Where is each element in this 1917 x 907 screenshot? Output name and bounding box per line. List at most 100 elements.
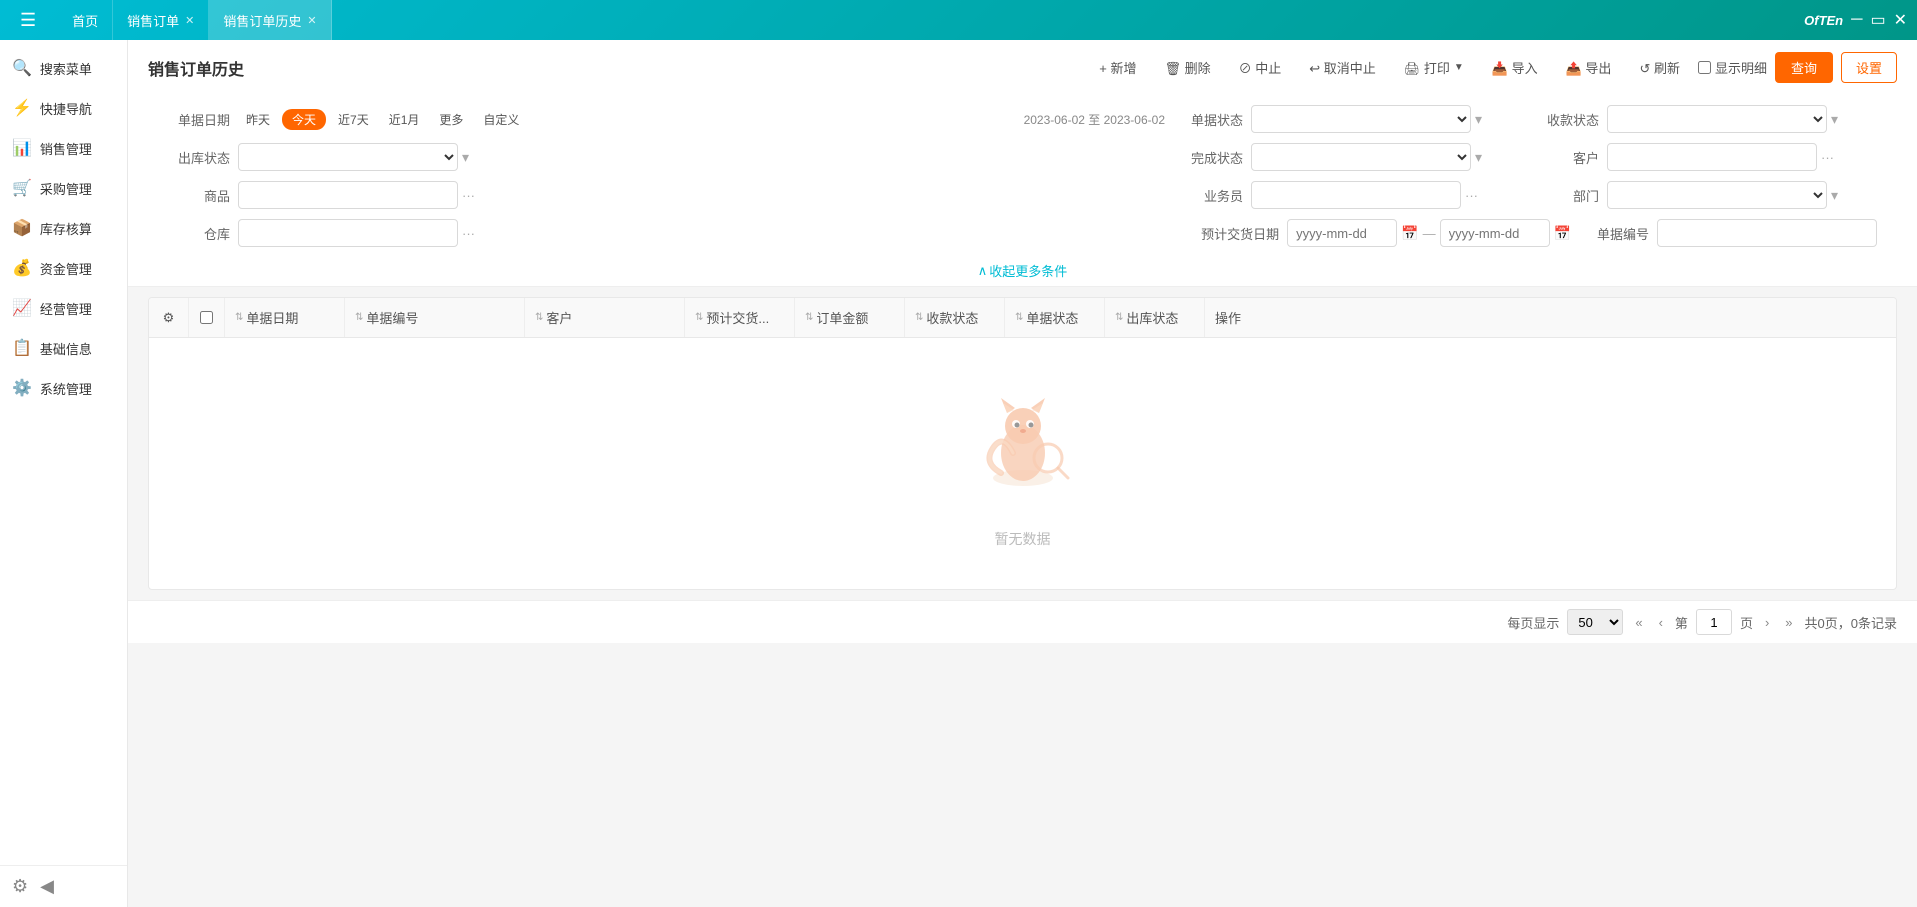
sidebar-item-ops-mgmt[interactable]: 📈 经营管理 xyxy=(0,288,127,328)
next-page-button[interactable]: › xyxy=(1761,612,1773,632)
warehouse-dots-btn[interactable]: ··· xyxy=(458,226,479,241)
goods-input[interactable] xyxy=(238,181,458,209)
th-num-label: 单据编号 xyxy=(366,308,418,327)
tab-sales-order-close[interactable]: ✕ xyxy=(185,14,194,27)
delivery-date-dash: — xyxy=(1423,226,1436,241)
display-cols-toggle[interactable]: 显示明细 xyxy=(1698,58,1767,77)
set-label: 设置 xyxy=(1856,61,1882,76)
delivery-date-from[interactable] xyxy=(1287,219,1397,247)
display-cols-checkbox[interactable] xyxy=(1698,61,1711,74)
complete-status-select[interactable] xyxy=(1251,143,1471,171)
date-option-today[interactable]: 今天 xyxy=(282,109,326,130)
export-button[interactable]: 📤 导出 xyxy=(1556,53,1622,82)
th-settings[interactable]: ⚙ xyxy=(149,298,189,337)
main-layout: 🔍 搜索菜单 ⚡ 快捷导航 📊 销售管理 🛒 采购管理 📦 库存核算 💰 资金管… xyxy=(0,40,1917,907)
dept-select[interactable] xyxy=(1607,181,1827,209)
new-label: + 新增 xyxy=(1099,58,1136,77)
window-close[interactable]: ✕ xyxy=(1894,10,1907,30)
sidebar-item-sales-mgmt[interactable]: 📊 销售管理 xyxy=(0,128,127,168)
th-out-status[interactable]: ⇅ 出库状态 xyxy=(1105,298,1205,337)
th-num[interactable]: ⇅ 单据编号 xyxy=(345,298,525,337)
delete-button[interactable]: 🗑 删除 xyxy=(1155,53,1221,82)
last-page-button[interactable]: » xyxy=(1781,612,1796,632)
brand-area: ☰ xyxy=(10,10,58,31)
tab-home[interactable]: 首页 xyxy=(58,0,113,40)
th-bill-status-label: 单据状态 xyxy=(1026,308,1078,327)
page-title: 销售订单历史 xyxy=(148,56,244,80)
th-pay-status-sort-icon: ⇅ xyxy=(915,312,923,323)
date-option-1month[interactable]: 近1月 xyxy=(381,109,428,130)
window-minimize[interactable]: ─ xyxy=(1851,11,1862,29)
bill-num-filter-label: 单据编号 xyxy=(1587,224,1657,243)
date-range-text: 2023-06-02 至 2023-06-02 xyxy=(1024,111,1165,128)
sidebar-settings-icon[interactable]: ⚙ xyxy=(12,876,28,897)
cancel-stop-button[interactable]: ↩ 取消中止 xyxy=(1299,53,1386,82)
sidebar-item-finance-mgmt[interactable]: 💰 资金管理 xyxy=(0,248,127,288)
date-option-more[interactable]: 更多 xyxy=(431,109,471,130)
print-dropdown-icon: ▼ xyxy=(1454,62,1464,73)
cancel-stop-label: ↩ 取消中止 xyxy=(1309,58,1376,77)
select-all-checkbox[interactable] xyxy=(200,311,213,324)
base-info-icon: 📋 xyxy=(12,338,32,358)
th-pay-status[interactable]: ⇅ 收款状态 xyxy=(905,298,1005,337)
date-option-7days[interactable]: 近7天 xyxy=(330,109,377,130)
print-label: 🖨 打印 xyxy=(1404,58,1450,77)
stop-button[interactable]: ⊘ 中止 xyxy=(1229,53,1292,82)
th-check[interactable] xyxy=(189,298,225,337)
delivery-date-filter-label: 预计交货日期 xyxy=(1201,224,1287,243)
sidebar-item-base-info[interactable]: 📋 基础信息 xyxy=(0,328,127,368)
import-button[interactable]: 📥 导入 xyxy=(1482,53,1548,82)
sidebar-item-search-menu[interactable]: 🔍 搜索菜单 xyxy=(0,48,127,88)
print-button[interactable]: 🖨 打印 ▼ xyxy=(1394,53,1474,82)
date-option-yesterday[interactable]: 昨天 xyxy=(238,109,278,130)
content-area: 销售订单历史 + 新增 🗑 删除 ⊘ 中止 ↩ 取消中止 🖨 xyxy=(128,40,1917,907)
warehouse-input[interactable] xyxy=(238,219,458,247)
page-input[interactable] xyxy=(1696,609,1732,635)
sidebar-item-inventory[interactable]: 📦 库存核算 xyxy=(0,208,127,248)
query-button[interactable]: 查询 xyxy=(1775,52,1833,83)
salesperson-input[interactable] xyxy=(1251,181,1461,209)
per-page-label: 每页显示 xyxy=(1507,613,1559,632)
date-option-custom[interactable]: 自定义 xyxy=(475,109,527,130)
sidebar-item-quick-nav[interactable]: ⚡ 快捷导航 xyxy=(0,88,127,128)
th-delivery[interactable]: ⇅ 预计交货... xyxy=(685,298,795,337)
th-customer-label: 客户 xyxy=(546,308,572,327)
bill-num-input[interactable] xyxy=(1657,219,1877,247)
th-amount[interactable]: ⇅ 订单金额 xyxy=(795,298,905,337)
empty-illustration xyxy=(963,398,1083,517)
sidebar-item-sales-mgmt-label: 销售管理 xyxy=(40,139,92,158)
refresh-button[interactable]: ↺ 刷新 xyxy=(1629,53,1690,82)
sidebar-collapse-icon[interactable]: ◀ xyxy=(40,876,54,897)
delivery-date-to[interactable] xyxy=(1440,219,1550,247)
goods-dots-btn[interactable]: ··· xyxy=(458,188,479,203)
tab-sales-order-history-close[interactable]: ✕ xyxy=(307,14,316,27)
sales-mgmt-icon: 📊 xyxy=(12,138,32,158)
salesperson-dots-btn[interactable]: ··· xyxy=(1461,188,1482,203)
tab-sales-order-history[interactable]: 销售订单历史 ✕ xyxy=(209,0,331,40)
th-customer[interactable]: ⇅ 客户 xyxy=(525,298,685,337)
first-page-button[interactable]: « xyxy=(1631,612,1646,632)
sidebar-item-purchase-mgmt[interactable]: 🛒 采购管理 xyxy=(0,168,127,208)
filter-row-4: 仓库 ··· 预计交货日期 📅 — 📅 xyxy=(168,219,1877,247)
th-bill-status-sort-icon: ⇅ xyxy=(1015,312,1023,323)
new-button[interactable]: + 新增 xyxy=(1089,53,1146,82)
th-bill-status[interactable]: ⇅ 单据状态 xyxy=(1005,298,1105,337)
customer-dots-btn[interactable]: ··· xyxy=(1817,150,1838,165)
bill-status-select[interactable] xyxy=(1251,105,1471,133)
per-page-select[interactable]: 50 10 20 100 xyxy=(1567,609,1623,635)
pay-status-select[interactable] xyxy=(1607,105,1827,133)
delivery-date-from-calendar[interactable]: 📅 xyxy=(1401,225,1418,242)
window-restore[interactable]: ▭ xyxy=(1870,10,1885,30)
sidebar-item-sys-mgmt[interactable]: ⚙️ 系统管理 xyxy=(0,368,127,408)
collapse-button[interactable]: ∧ 收起更多条件 xyxy=(978,261,1068,280)
out-status-select[interactable] xyxy=(238,143,458,171)
th-date[interactable]: ⇅ 单据日期 xyxy=(225,298,345,337)
th-date-label: 单据日期 xyxy=(246,308,298,327)
th-date-sort-icon: ⇅ xyxy=(235,312,243,323)
customer-filter-label: 客户 xyxy=(1537,148,1607,167)
customer-input[interactable] xyxy=(1607,143,1817,171)
tab-sales-order[interactable]: 销售订单 ✕ xyxy=(113,0,209,40)
set-button[interactable]: 设置 xyxy=(1841,52,1897,83)
delivery-date-to-calendar[interactable]: 📅 xyxy=(1554,225,1571,242)
prev-page-button[interactable]: ‹ xyxy=(1655,612,1667,632)
